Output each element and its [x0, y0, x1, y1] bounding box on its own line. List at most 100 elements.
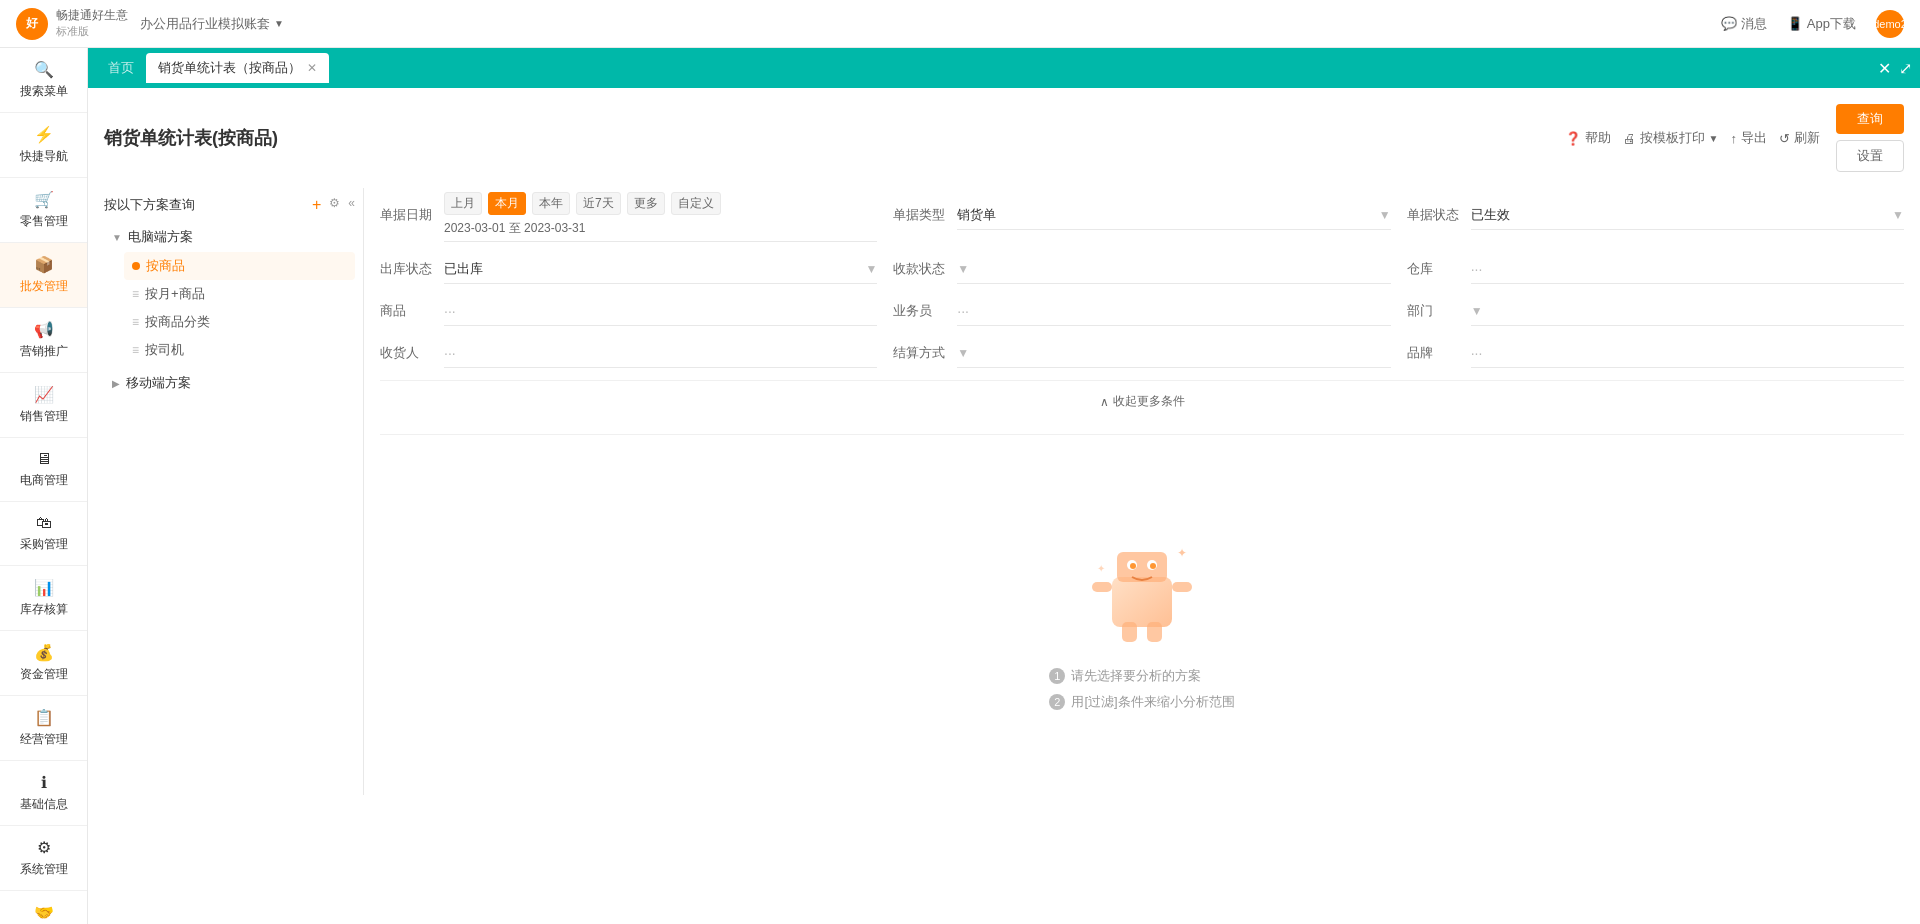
tip-num-2: 2 [1049, 694, 1065, 710]
tree-child-by-month-product[interactable]: ≡ 按月+商品 [124, 280, 355, 308]
type-label: 单据类型 [893, 206, 949, 224]
refresh-action[interactable]: ↺ 刷新 [1779, 129, 1820, 147]
logo-icon: 好 [16, 8, 48, 40]
sidebar-item-retail[interactable]: 🛒 零售管理 [0, 178, 87, 243]
collapse-button[interactable]: ∧ 收起更多条件 [1088, 389, 1197, 414]
help-action[interactable]: ❓ 帮助 [1565, 129, 1611, 147]
tab-home[interactable]: 首页 [96, 53, 146, 83]
settings-scheme-icon[interactable]: ⚙ [329, 196, 340, 214]
svg-rect-9 [1147, 622, 1162, 642]
sidebar-item-inventory[interactable]: 📊 库存核算 [0, 566, 87, 631]
sidebar-item-wholesale[interactable]: 📦 批发管理 [0, 243, 87, 308]
filter-item-out-status: 出库状态 已出库 ▼ [380, 254, 877, 284]
sidebar-item-ecommerce[interactable]: 🖥 电商管理 [0, 438, 87, 502]
svg-point-4 [1130, 563, 1136, 569]
sidebar-item-purchase[interactable]: 🛍 采购管理 [0, 502, 87, 566]
system-name[interactable]: 办公用品行业模拟账套 ▼ [140, 15, 284, 33]
out-status-dropdown-icon: ▼ [865, 262, 877, 276]
payment-status-control[interactable]: ▼ [957, 254, 1390, 284]
collapse-panel-icon[interactable]: « [348, 196, 355, 214]
dept-control[interactable]: ▼ [1471, 296, 1904, 326]
filter-item-type: 单据类型 销货单 ▼ [893, 188, 1390, 242]
type-filter-control[interactable]: 销货单 ▼ [957, 200, 1390, 230]
filter-item-goods: 商品 ··· [380, 296, 877, 326]
messages-item[interactable]: 💬 消息 [1721, 15, 1767, 33]
svg-rect-0 [1112, 577, 1172, 627]
message-icon: 💬 [1721, 16, 1737, 31]
staff-dots-icon: ··· [957, 303, 969, 319]
sidebar-label-wholesale: 批发管理 [20, 278, 68, 295]
tab-sales-report[interactable]: 销货单统计表（按商品） ✕ [146, 53, 329, 83]
sidebar: 🔍 搜索菜单 ⚡ 快捷导航 🛒 零售管理 📦 批发管理 📢 营销推广 📈 销售管… [0, 48, 88, 924]
date-btn-this-month[interactable]: 本月 [488, 192, 526, 215]
date-btn-custom[interactable]: 自定义 [671, 192, 721, 215]
avatar: demo2 [1876, 10, 1904, 38]
status-label: 单据状态 [1407, 206, 1463, 224]
tab-close-icon[interactable]: ✕ [307, 61, 317, 75]
tab-expand-icon[interactable]: ⤢ [1899, 59, 1912, 78]
sidebar-item-marketing[interactable]: 📢 营销推广 [0, 308, 87, 373]
filter-row-4: 收货人 ··· 结算方式 ▼ [380, 338, 1904, 368]
sidebar-item-operations[interactable]: 📋 经营管理 [0, 696, 87, 761]
warehouse-control[interactable]: ··· [1471, 254, 1904, 284]
tree-item-pc[interactable]: ▼ 电脑端方案 [104, 222, 355, 252]
sidebar-item-search-menu[interactable]: 🔍 搜索菜单 [0, 48, 87, 113]
sidebar-label-sales: 销售管理 [20, 408, 68, 425]
date-btn-last-month[interactable]: 上月 [444, 192, 482, 215]
date-btn-7days[interactable]: 近7天 [576, 192, 621, 215]
filter-area: 单据日期 上月 本月 本年 近7天 更多 [380, 188, 1904, 422]
date-label: 单据日期 [380, 206, 436, 224]
help-icon: ❓ [1565, 131, 1581, 146]
tree-child-by-driver[interactable]: ≡ 按司机 [124, 336, 355, 364]
settings-button[interactable]: 设置 [1836, 140, 1904, 172]
chevron-down-icon: ▼ [274, 18, 284, 29]
left-panel: 按以下方案查询 + ⚙ « ▼ 电脑端方案 [104, 188, 364, 795]
shopping-icon: 🛍 [36, 514, 52, 532]
staff-control[interactable]: ··· [957, 296, 1390, 326]
filter-item-payment-status: 收款状态 ▼ [893, 254, 1390, 284]
chevron-down-icon: ▼ [112, 232, 122, 243]
tab-home-label: 首页 [108, 59, 134, 77]
sidebar-item-finance[interactable]: 💰 资金管理 [0, 631, 87, 696]
out-status-control[interactable]: 已出库 ▼ [444, 254, 877, 284]
sidebar-label-finance: 资金管理 [20, 666, 68, 683]
tree-children-pc: 按商品 ≡ 按月+商品 ≡ 按商品分类 ≡ 按司机 [104, 252, 355, 364]
add-scheme-icon[interactable]: + [312, 196, 321, 214]
sidebar-item-corp-collab[interactable]: 🤝 企业协同 [0, 891, 87, 924]
logo-text-area: 畅捷通好生意 标准版 [56, 8, 128, 39]
tree-child-by-product[interactable]: 按商品 [124, 252, 355, 280]
sidebar-item-sales[interactable]: 📈 销售管理 [0, 373, 87, 438]
print-action[interactable]: 🖨 按模板打印 ▼ [1623, 129, 1719, 147]
date-buttons: 上月 本月 本年 近7天 更多 自定义 [444, 192, 877, 215]
megaphone-icon: 📢 [34, 320, 54, 339]
date-btn-more[interactable]: 更多 [627, 192, 665, 215]
receiver-control[interactable]: ··· [444, 338, 877, 368]
filter-item-receiver: 收货人 ··· [380, 338, 877, 368]
svg-rect-8 [1122, 622, 1137, 642]
tab-close-all-icon[interactable]: ✕ [1878, 59, 1891, 78]
collapse-label: 收起更多条件 [1113, 393, 1185, 410]
page-header: 销货单统计表(按商品) ❓ 帮助 🖨 按模板打印 ▼ ↑ [104, 104, 1904, 172]
filter-item-brand: 品牌 ··· [1407, 338, 1904, 368]
tree-item-mobile[interactable]: ▶ 移动端方案 [104, 368, 355, 398]
top-header: 好 畅捷通好生意 标准版 办公用品行业模拟账套 ▼ 💬 消息 📱 App下载 d… [0, 0, 1920, 48]
tip-text-2: 用[过滤]条件来缩小分析范围 [1071, 689, 1234, 715]
collapse-row: ∧ 收起更多条件 [380, 380, 1904, 422]
payment-method-control[interactable]: ▼ [957, 338, 1390, 368]
user-item[interactable]: demo2 [1876, 10, 1904, 38]
inventory-icon: 📊 [34, 578, 54, 597]
app-download-item[interactable]: 📱 App下载 [1787, 15, 1856, 33]
query-button[interactable]: 查询 [1836, 104, 1904, 134]
empty-tips: 1 请先选择要分析的方案 2 用[过滤]条件来缩小分析范围 [1049, 663, 1234, 715]
sidebar-item-quick-nav[interactable]: ⚡ 快捷导航 [0, 113, 87, 178]
sidebar-item-system[interactable]: ⚙ 系统管理 [0, 826, 87, 891]
status-filter-control[interactable]: 已生效 ▼ [1471, 200, 1904, 230]
box-icon: 📦 [34, 255, 54, 274]
tree-child-by-category[interactable]: ≡ 按商品分类 [124, 308, 355, 336]
export-action[interactable]: ↑ 导出 [1731, 129, 1768, 147]
payment-method-label: 结算方式 [893, 344, 949, 362]
brand-control[interactable]: ··· [1471, 338, 1904, 368]
date-btn-this-year[interactable]: 本年 [532, 192, 570, 215]
goods-control[interactable]: ··· [444, 296, 877, 326]
sidebar-item-basic[interactable]: ℹ 基础信息 [0, 761, 87, 826]
